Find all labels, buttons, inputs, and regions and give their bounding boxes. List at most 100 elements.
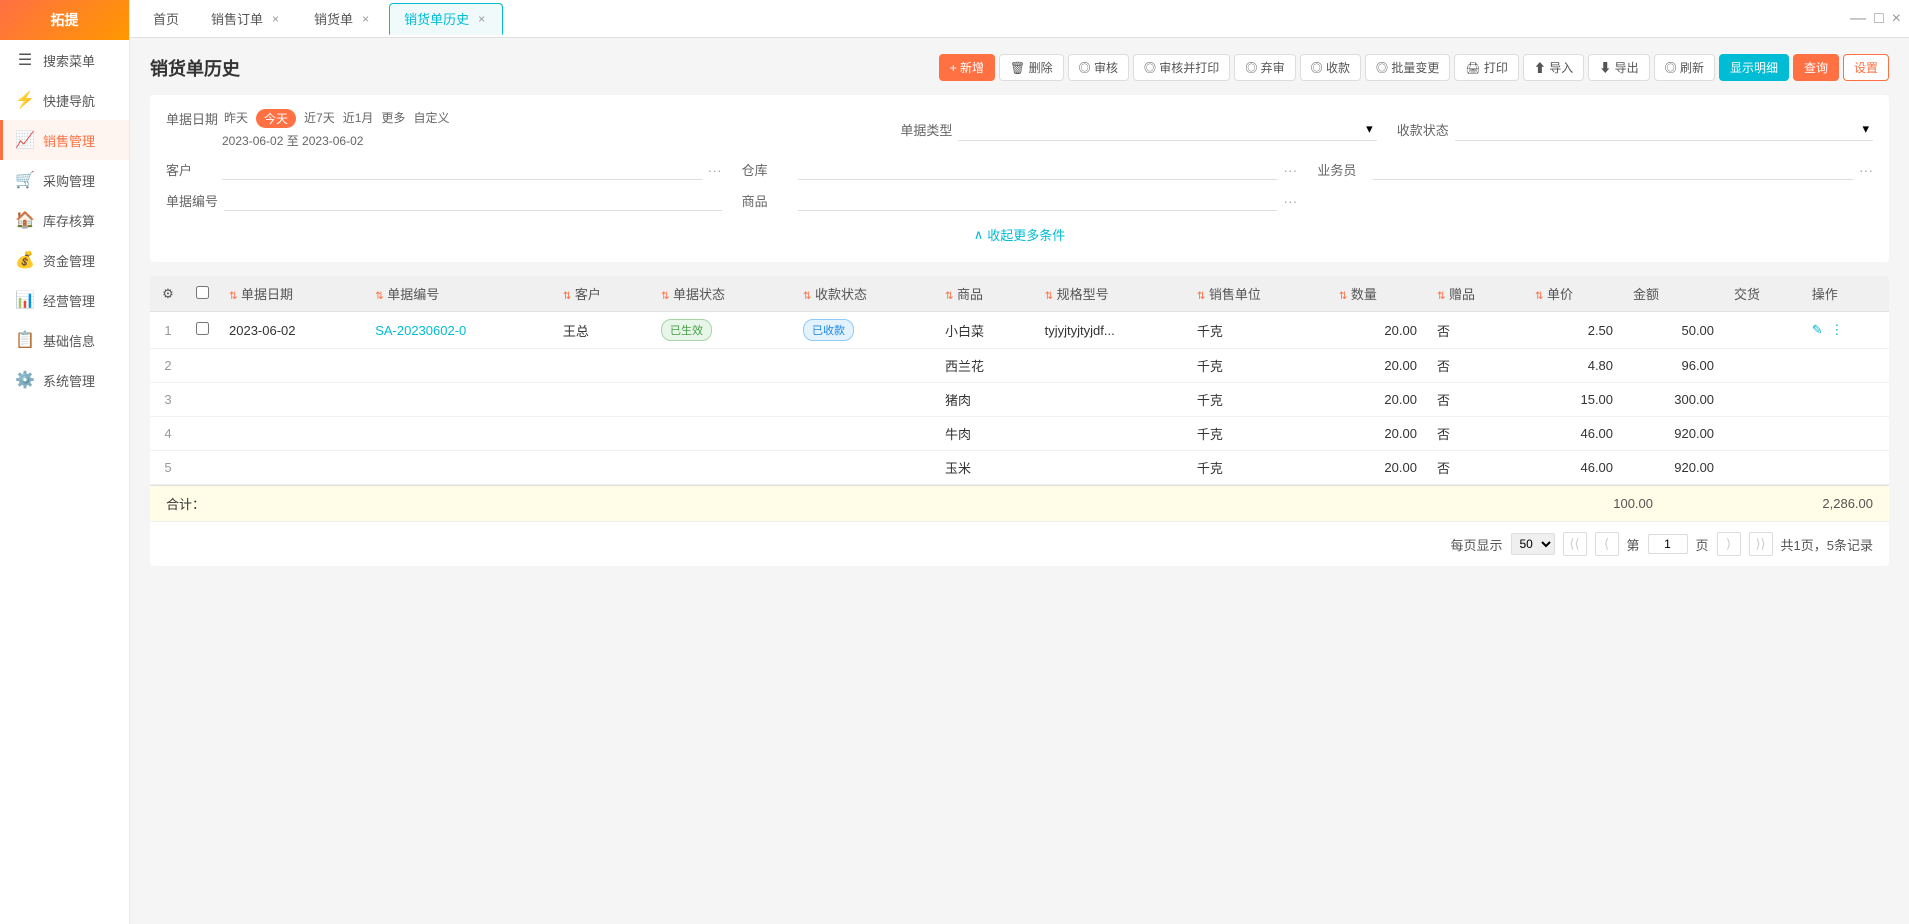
filter-collect-status: 收款状态 ▾ — [1397, 118, 1873, 141]
col-unit[interactable]: ⇅ 销售单位 — [1187, 276, 1329, 312]
tab-sales-delivery[interactable]: 销货单 × — [299, 3, 387, 35]
date-tab-1m[interactable]: 近1月 — [343, 109, 374, 128]
filter-collect-status-select[interactable]: ▾ — [1455, 118, 1873, 141]
staff-picker-icon[interactable]: ··· — [1859, 162, 1873, 178]
audit-button[interactable]: ◎ 审核 — [1068, 54, 1129, 81]
tabs-right: — □ × — [1850, 10, 1901, 28]
col-collect-status[interactable]: ⇅ 收款状态 — [793, 276, 935, 312]
date-tab-custom[interactable]: 自定义 — [413, 109, 449, 128]
tabs-window-close[interactable]: × — [1892, 10, 1901, 28]
goods-picker-icon[interactable]: ··· — [1283, 193, 1297, 209]
add-button[interactable]: + 新增 — [939, 54, 995, 81]
row-check[interactable] — [186, 417, 219, 451]
date-tab-more[interactable]: 更多 — [381, 109, 405, 128]
row-action: ✎ ⋮ — [1802, 312, 1889, 349]
delete-button[interactable]: 🗑 删除 — [999, 54, 1064, 81]
filter-staff: 业务员 ··· — [1317, 159, 1873, 180]
row-customer — [553, 349, 651, 383]
row-check[interactable] — [186, 312, 219, 349]
sidebar-item-inventory[interactable]: 🏠 库存核算 — [0, 200, 129, 240]
row-checkbox[interactable] — [196, 322, 209, 335]
query-button[interactable]: 查询 — [1793, 54, 1839, 81]
page-input[interactable] — [1648, 534, 1688, 554]
collapse-button[interactable]: ∧ 收起更多条件 — [166, 221, 1873, 248]
tab-sales-delivery-close[interactable]: × — [359, 11, 372, 27]
page-prev-btn[interactable]: ⟨ — [1595, 532, 1619, 556]
filter-customer-input[interactable] — [222, 159, 702, 180]
page-last-btn[interactable]: ⟩⟩ — [1749, 532, 1773, 556]
page-next-btn[interactable]: ⟩ — [1717, 532, 1741, 556]
doc-no-link[interactable]: SA-20230602-0 — [375, 323, 466, 338]
sidebar-item-system[interactable]: ⚙️ 系统管理 — [0, 360, 129, 400]
col-check[interactable] — [186, 276, 219, 312]
row-num: 4 — [150, 417, 186, 451]
sidebar-item-quick[interactable]: ⚡ 快捷导航 — [0, 80, 129, 120]
sidebar-item-label: 销售管理 — [43, 131, 95, 150]
date-tab-today[interactable]: 今天 — [256, 109, 296, 128]
tab-sales-order-close[interactable]: × — [269, 11, 282, 27]
row-trade — [1724, 349, 1802, 383]
date-tabs: 昨天 今天 近7天 近1月 更多 自定义 — [224, 109, 449, 128]
row-trade — [1724, 451, 1802, 485]
row-check[interactable] — [186, 451, 219, 485]
sidebar-item-sales[interactable]: 📈 销售管理 — [0, 120, 129, 160]
customer-picker-icon[interactable]: ··· — [708, 162, 722, 178]
col-doc-status[interactable]: ⇅ 单据状态 — [651, 276, 793, 312]
col-date[interactable]: ⇅ 单据日期 — [219, 276, 365, 312]
filter-goods-input[interactable] — [798, 190, 1278, 211]
row-trade — [1724, 312, 1802, 349]
row-num: 2 — [150, 349, 186, 383]
col-no[interactable]: ⇅ 单据编号 — [365, 276, 553, 312]
sidebar-item-base[interactable]: 📋 基础信息 — [0, 320, 129, 360]
col-goods[interactable]: ⇅ 商品 — [935, 276, 1035, 312]
col-gift[interactable]: ⇅ 赠品 — [1427, 276, 1525, 312]
select-all-checkbox[interactable] — [196, 286, 209, 299]
warehouse-picker-icon[interactable]: ··· — [1283, 162, 1297, 178]
show-detail-button[interactable]: 显示明细 — [1719, 54, 1789, 81]
row-amount: 300.00 — [1623, 383, 1724, 417]
row-gift: 否 — [1427, 417, 1525, 451]
tabs-minimize[interactable]: — — [1850, 10, 1866, 28]
import-button[interactable]: ⬆ 导入 — [1523, 54, 1584, 81]
per-page-select[interactable]: 50 — [1511, 533, 1555, 555]
row-more-btn[interactable]: ⋮ — [1830, 322, 1843, 337]
row-trade — [1724, 383, 1802, 417]
date-tab-yesterday[interactable]: 昨天 — [224, 109, 248, 128]
audit-print-button[interactable]: ◎ 审核并打印 — [1133, 54, 1230, 81]
col-price[interactable]: ⇅ 单价 — [1525, 276, 1623, 312]
abandon-button[interactable]: ◎ 弃审 — [1234, 54, 1295, 81]
date-tab-7d[interactable]: 近7天 — [304, 109, 335, 128]
sidebar-item-finance[interactable]: 💰 资金管理 — [0, 240, 129, 280]
tabs-maximize[interactable]: □ — [1874, 10, 1884, 28]
settings-button[interactable]: 设置 — [1843, 54, 1889, 81]
filter-doc-no-input[interactable] — [224, 190, 722, 211]
col-spec[interactable]: ⇅ 规格型号 — [1035, 276, 1187, 312]
col-qty[interactable]: ⇅ 数量 — [1329, 276, 1427, 312]
row-edit-btn[interactable]: ✎ — [1812, 322, 1823, 337]
col-customer[interactable]: ⇅ 客户 — [553, 276, 651, 312]
page-first-btn[interactable]: ⟨⟨ — [1563, 532, 1587, 556]
sidebar-item-search[interactable]: ☰ 搜索菜单 — [0, 40, 129, 80]
data-table: ⚙ ⇅ 单据日期 ⇅ 单据编号 ⇅ 客户 ⇅ 单据状态 ⇅ 收款状态 ⇅ 商品 … — [150, 276, 1889, 485]
batch-change-button[interactable]: ◎ 批量变更 — [1365, 54, 1450, 81]
sidebar-item-operation[interactable]: 📊 经营管理 — [0, 280, 129, 320]
page-header: 销货单历史 + 新增 🗑 删除 ◎ 审核 ◎ 审核并打印 ◎ 弃审 ◎ 收款 ◎… — [150, 54, 1889, 81]
filter-staff-input[interactable] — [1373, 159, 1853, 180]
sidebar-item-purchase[interactable]: 🛒 采购管理 — [0, 160, 129, 200]
tab-home[interactable]: 首页 — [138, 3, 194, 35]
row-check[interactable] — [186, 349, 219, 383]
tab-sales-order[interactable]: 销售订单 × — [196, 3, 297, 35]
sidebar-item-label: 资金管理 — [43, 251, 95, 270]
col-settings[interactable]: ⚙ — [150, 276, 186, 312]
filter-warehouse-input[interactable] — [798, 159, 1278, 180]
collect-button[interactable]: ◎ 收款 — [1300, 54, 1361, 81]
export-button[interactable]: ⬇ 导出 — [1588, 54, 1649, 81]
tab-sales-history[interactable]: 销货单历史 × — [389, 3, 503, 35]
refresh-button[interactable]: ◎ 刷新 — [1654, 54, 1715, 81]
tab-sales-history-close[interactable]: × — [475, 11, 488, 27]
row-check[interactable] — [186, 383, 219, 417]
summary-total-amount: 2,286.00 — [1753, 496, 1873, 511]
filter-doc-type-select[interactable]: ▾ — [958, 118, 1376, 141]
print-button[interactable]: 🖨 打印 — [1454, 54, 1519, 81]
row-no — [365, 417, 553, 451]
